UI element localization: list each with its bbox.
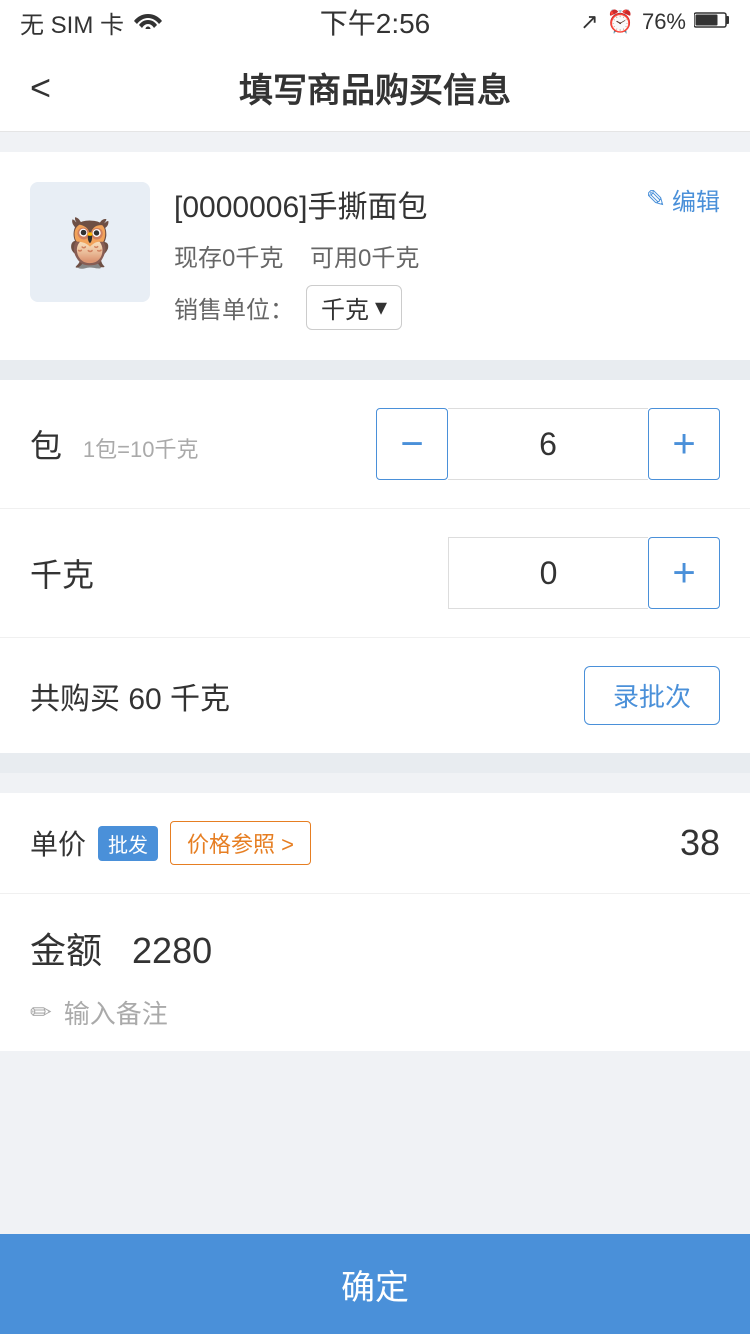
wifi-icon	[134, 8, 162, 36]
edit-button[interactable]: ✎ 编辑	[646, 182, 720, 217]
amount-label: 金额	[30, 930, 102, 971]
unit-dropdown[interactable]: 千克 ▾	[306, 285, 402, 330]
nav-bar: < 填写商品购买信息	[0, 44, 750, 132]
package-plus-button[interactable]: +	[648, 408, 720, 480]
package-controls: − 6 +	[376, 408, 720, 480]
unit-value: 千克	[321, 290, 369, 325]
kg-plus-button[interactable]: +	[648, 537, 720, 609]
alarm-icon: ⏰	[607, 9, 634, 35]
package-minus-button[interactable]: −	[376, 408, 448, 480]
amount-section: 金额 2280 ✏ 输入备注	[0, 893, 750, 1051]
edit-icon: ✎	[646, 185, 666, 214]
amount-value: 2280	[132, 930, 212, 971]
status-left: 无 SIM 卡	[20, 5, 162, 40]
status-right: ↗ ⏰ 76%	[580, 9, 730, 35]
product-stock: 现存0千克 可用0千克	[174, 238, 720, 273]
divider-1	[0, 360, 750, 380]
product-name: [0000006]手撕面包	[174, 182, 427, 226]
price-tag-pifa: 批发	[98, 826, 158, 861]
unit-label: 销售单位：	[174, 290, 294, 325]
carrier-text: 无 SIM 卡	[20, 5, 124, 40]
product-unit: 销售单位： 千克 ▾	[174, 285, 720, 330]
chevron-down-icon: ▾	[375, 293, 387, 322]
note-placeholder: 输入备注	[64, 994, 168, 1031]
amount-note[interactable]: ✏ 输入备注	[30, 994, 720, 1031]
page-title: 填写商品购买信息	[239, 63, 511, 112]
kg-controls: 0 +	[448, 537, 720, 609]
price-label-text: 单价	[30, 823, 86, 863]
summary-text: 共购买 60 千克	[30, 674, 230, 718]
amount-row: 金额 2280	[30, 922, 720, 974]
package-label: 包 1包=10千克	[30, 421, 376, 467]
price-value: 38	[680, 822, 720, 864]
footer[interactable]: 确定	[0, 1234, 750, 1334]
package-hint: 1包=10千克	[83, 437, 199, 462]
summary-row: 共购买 60 千克 录批次	[0, 638, 750, 753]
battery-icon	[694, 9, 730, 35]
status-time: 下午2:56	[320, 2, 431, 42]
stock-text: 现存0千克	[174, 245, 283, 272]
footer-spacer	[0, 1051, 750, 1191]
status-bar: 无 SIM 卡 下午2:56 ↗ ⏰ 76%	[0, 0, 750, 44]
confirm-button[interactable]: 确定	[341, 1260, 409, 1309]
divider-2	[0, 753, 750, 773]
available-text: 可用0千克	[310, 245, 419, 272]
back-button[interactable]: <	[30, 67, 51, 109]
note-icon: ✏	[30, 997, 52, 1028]
batch-button[interactable]: 录批次	[584, 666, 720, 725]
product-card: 🦉 [0000006]手撕面包 ✎ 编辑 现存0千克 可用0千克 销售单位： 千…	[0, 152, 750, 360]
location-icon: ↗	[580, 9, 598, 35]
price-ref-button[interactable]: 价格参照 >	[170, 821, 311, 865]
product-info: [0000006]手撕面包 ✎ 编辑 现存0千克 可用0千克 销售单位： 千克 …	[174, 182, 720, 330]
edit-label: 编辑	[672, 182, 720, 217]
kg-row: 千克 0 +	[0, 509, 750, 638]
package-input-section: 包 1包=10千克 − 6 + 千克 0 + 共购买 60 千克 录批次	[0, 380, 750, 753]
kg-value[interactable]: 0	[448, 537, 648, 609]
package-row: 包 1包=10千克 − 6 +	[0, 380, 750, 509]
package-value[interactable]: 6	[448, 408, 648, 480]
product-image: 🦉	[30, 182, 150, 302]
kg-label: 千克	[30, 550, 448, 596]
product-logo: 🦉	[60, 214, 120, 271]
price-section: 单价 批发 价格参照 > 38	[0, 793, 750, 893]
battery-text: 76%	[642, 9, 686, 35]
price-label: 单价 批发 价格参照 >	[30, 821, 311, 865]
